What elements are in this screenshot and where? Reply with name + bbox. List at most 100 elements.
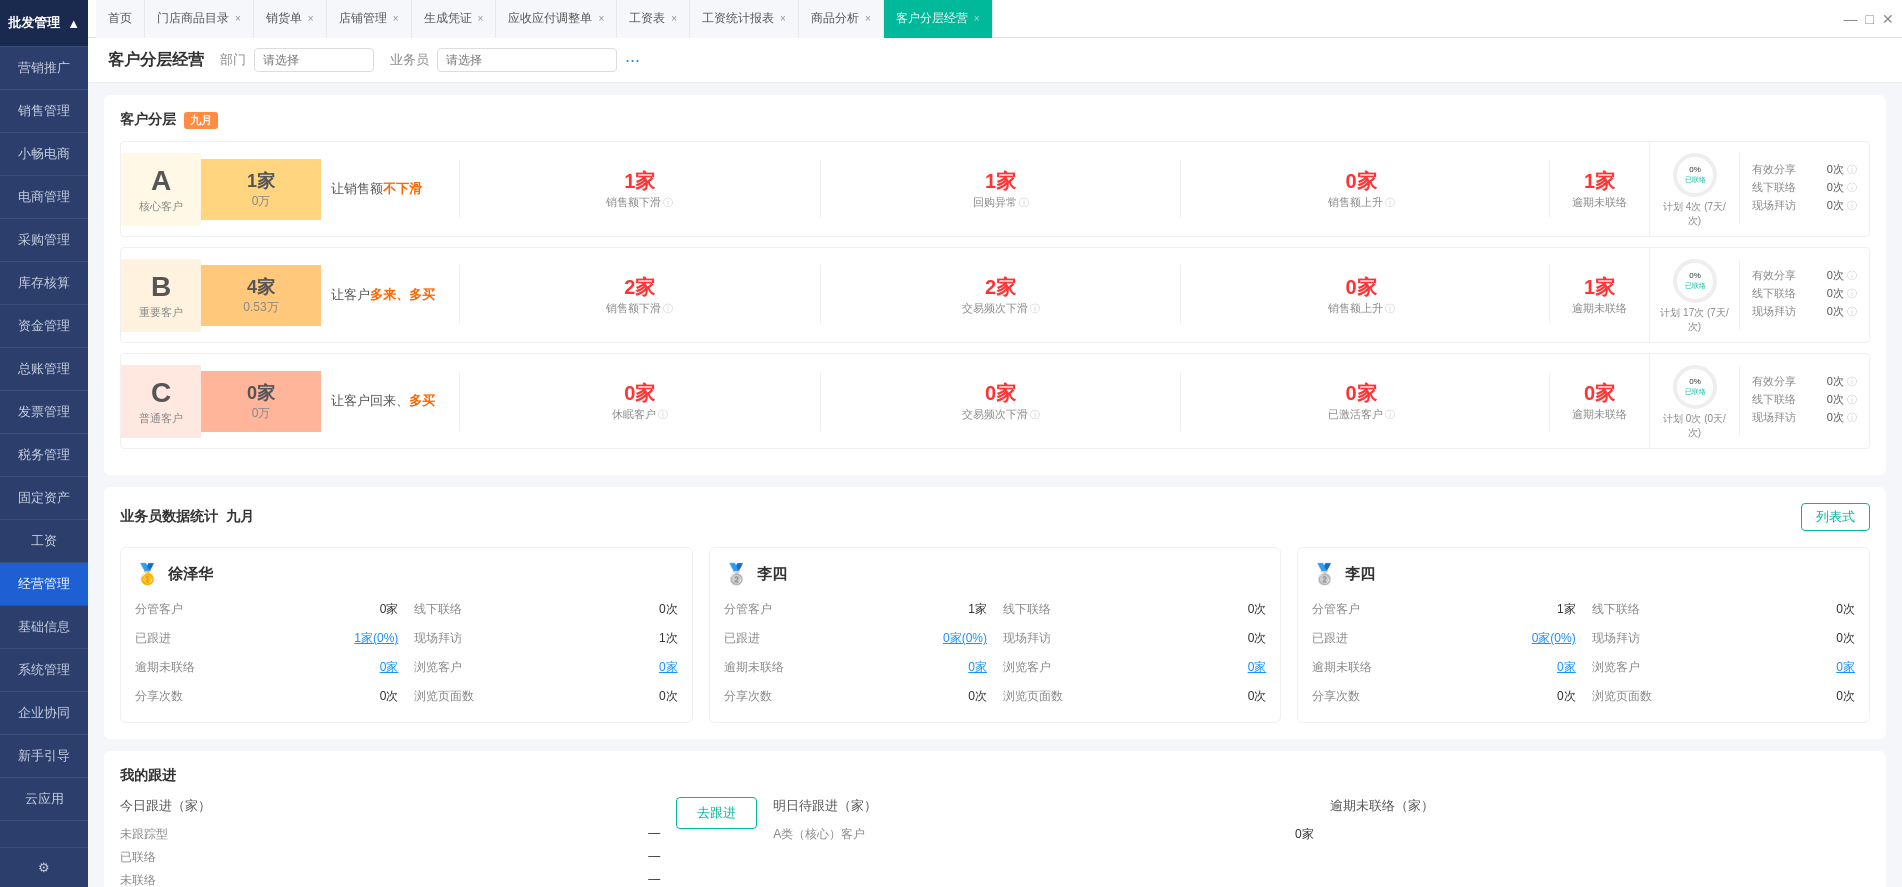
tier-stat-item: 1家回购异常 ⓘ bbox=[820, 160, 1181, 218]
agent-stat-val[interactable]: 0家 bbox=[1557, 659, 1576, 676]
sidebar-item-zijin[interactable]: 资金管理 bbox=[0, 305, 88, 348]
agent-stat-label: 线下联络 bbox=[1592, 601, 1640, 618]
tier-label-a: A核心客户 bbox=[121, 153, 201, 226]
svg-point-0 bbox=[1675, 155, 1715, 195]
tier-row-b: B重要客户4家0.53万让客户多来、多买2家销售额下滑 ⓘ2家交易频次下滑 ⓘ0… bbox=[120, 247, 1870, 343]
dept-select[interactable] bbox=[254, 48, 374, 72]
sidebar-item-gongzi[interactable]: 工资 bbox=[0, 520, 88, 563]
followup-section: 我的跟进 今日跟进（家） 未跟踪型—已联络—未联络— 去跟进 明日待跟进（家） … bbox=[104, 751, 1886, 887]
info-icon[interactable]: ⓘ bbox=[1847, 182, 1857, 193]
sidebar-collapse-icon[interactable]: ▲ bbox=[67, 16, 80, 31]
sidebar-item-yingxiao[interactable]: 营销推广 bbox=[0, 47, 88, 90]
sidebar-item-caigou[interactable]: 采购管理 bbox=[0, 219, 88, 262]
sidebar-item-gudingzichan[interactable]: 固定资产 bbox=[0, 477, 88, 520]
sidebar-item-xinshou[interactable]: 新手引导 bbox=[0, 735, 88, 778]
sidebar-item-fapiao[interactable]: 发票管理 bbox=[0, 391, 88, 434]
tab-dianguanli[interactable]: 店铺管理× bbox=[327, 0, 412, 38]
contact-num: 1家 bbox=[1558, 168, 1641, 195]
info-icon[interactable]: ⓘ bbox=[1847, 164, 1857, 175]
info-icon[interactable]: ⓘ bbox=[1385, 302, 1395, 316]
agent-stat-row: 浏览客户0家 bbox=[1592, 656, 1855, 679]
agent-stat-row: 分享次数0次 bbox=[1312, 685, 1575, 708]
info-icon[interactable]: ⓘ bbox=[1847, 412, 1857, 423]
salesman-select[interactable] bbox=[437, 48, 617, 72]
agent-stat-val[interactable]: 0家 bbox=[968, 659, 987, 676]
info-icon[interactable]: ⓘ bbox=[1847, 270, 1857, 281]
sidebar-item-jingying[interactable]: 经营管理 bbox=[0, 563, 88, 606]
agent-stat-row: 现场拜访0次 bbox=[1592, 627, 1855, 650]
tab-close-xiaohuodan[interactable]: × bbox=[308, 13, 314, 24]
tab-gongzibiao[interactable]: 工资表× bbox=[617, 0, 690, 38]
agent-stat-val[interactable]: 1家(0%) bbox=[354, 630, 398, 647]
agent-stat-label: 分管客户 bbox=[1312, 601, 1360, 618]
customer-month-badge: 九月 bbox=[184, 112, 218, 129]
tier-amount-val: 0万 bbox=[252, 405, 271, 422]
dept-label: 部门 bbox=[220, 51, 246, 69]
right-stat-row: 线下联络0次 ⓘ bbox=[1752, 392, 1857, 407]
tab-close-dianguanli[interactable]: × bbox=[393, 13, 399, 24]
tab-close-gongzibiao[interactable]: × bbox=[671, 13, 677, 24]
agent-stat-val: 0次 bbox=[1248, 630, 1267, 647]
tab-home[interactable]: 首页 bbox=[96, 0, 145, 38]
goto-followup-button[interactable]: 去跟进 bbox=[676, 797, 757, 829]
sidebar-item-yun[interactable]: 云应用 bbox=[0, 778, 88, 821]
info-icon[interactable]: ⓘ bbox=[658, 408, 668, 422]
gear-icon[interactable]: ⚙ bbox=[0, 847, 88, 887]
tab-xiaohuodan[interactable]: 销货单× bbox=[254, 0, 327, 38]
info-icon[interactable]: ⓘ bbox=[1030, 302, 1040, 316]
tab-shengcheng[interactable]: 生成凭证× bbox=[412, 0, 497, 38]
window-close-icon[interactable]: ✕ bbox=[1882, 11, 1894, 27]
info-icon[interactable]: ⓘ bbox=[1019, 196, 1029, 210]
overdue-followup-col: 逾期未联络（家） bbox=[1330, 797, 1870, 823]
window-minimize-icon[interactable]: — bbox=[1844, 11, 1858, 27]
tab-mendian[interactable]: 门店商品目录× bbox=[145, 0, 254, 38]
info-icon[interactable]: ⓘ bbox=[1030, 408, 1040, 422]
window-maximize-icon[interactable]: □ bbox=[1866, 11, 1874, 27]
tab-gongzitongji[interactable]: 工资统计报表× bbox=[690, 0, 799, 38]
tier-right-stats-c: 有效分享0次 ⓘ线下联络0次 ⓘ现场拜访0次 ⓘ bbox=[1739, 366, 1869, 436]
contact-label: 逾期未联络 bbox=[1558, 301, 1641, 316]
sidebar-item-shuiwu[interactable]: 税务管理 bbox=[0, 434, 88, 477]
sidebar-item-kucun[interactable]: 库存核算 bbox=[0, 262, 88, 305]
info-icon[interactable]: ⓘ bbox=[663, 302, 673, 316]
agent-stat-val[interactable]: 0家 bbox=[659, 659, 678, 676]
info-icon[interactable]: ⓘ bbox=[1847, 200, 1857, 211]
agent-stat-val[interactable]: 0家 bbox=[1248, 659, 1267, 676]
tab-label-kehufenceng: 客户分层经营 bbox=[896, 10, 968, 27]
agent-stat-label: 逾期未联络 bbox=[1312, 659, 1372, 676]
tab-close-mendian[interactable]: × bbox=[235, 13, 241, 24]
info-icon[interactable]: ⓘ bbox=[1847, 394, 1857, 405]
info-icon[interactable]: ⓘ bbox=[663, 196, 673, 210]
tab-yingshoufukuan[interactable]: 应收应付调整单× bbox=[496, 0, 617, 38]
agent-stat-val[interactable]: 0家 bbox=[1836, 659, 1855, 676]
list-view-button[interactable]: 列表式 bbox=[1801, 503, 1870, 531]
sidebar-item-jichu[interactable]: 基础信息 bbox=[0, 606, 88, 649]
tab-close-yingshoufukuan[interactable]: × bbox=[598, 13, 604, 24]
agent-stat-val[interactable]: 0家 bbox=[380, 659, 399, 676]
agent-stat-val: 0次 bbox=[1836, 601, 1855, 618]
info-icon[interactable]: ⓘ bbox=[1385, 408, 1395, 422]
sidebar-item-xiaoshou[interactable]: 销售管理 bbox=[0, 90, 88, 133]
more-filter-icon[interactable]: ··· bbox=[625, 51, 640, 69]
tab-close-shengcheng[interactable]: × bbox=[478, 13, 484, 24]
tab-close-kehufenceng[interactable]: × bbox=[974, 13, 980, 24]
tab-close-gongzitongji[interactable]: × bbox=[780, 13, 786, 24]
salesman-label: 业务员 bbox=[390, 51, 429, 69]
agent-stat-row: 线下联络0次 bbox=[414, 598, 677, 621]
info-icon[interactable]: ⓘ bbox=[1385, 196, 1395, 210]
agent-stat-val[interactable]: 0家(0%) bbox=[943, 630, 987, 647]
sidebar-item-xiaodian[interactable]: 小畅电商 bbox=[0, 133, 88, 176]
info-icon[interactable]: ⓘ bbox=[1847, 376, 1857, 387]
info-icon[interactable]: ⓘ bbox=[1847, 288, 1857, 299]
tab-shangpinfenxi[interactable]: 商品分析× bbox=[799, 0, 884, 38]
agent-stat-val[interactable]: 0家(0%) bbox=[1532, 630, 1576, 647]
sidebar-item-dianshang[interactable]: 电商管理 bbox=[0, 176, 88, 219]
tab-kehufenceng[interactable]: 客户分层经营 × bbox=[884, 0, 993, 38]
today-followup-row: 已联络— bbox=[120, 846, 660, 869]
tab-close-shangpinfenxi[interactable]: × bbox=[865, 13, 871, 24]
sidebar-item-xitong[interactable]: 系统管理 bbox=[0, 649, 88, 692]
sidebar-item-qiye[interactable]: 企业协同 bbox=[0, 692, 88, 735]
info-icon[interactable]: ⓘ bbox=[1847, 306, 1857, 317]
agent-header: 🥈李四 bbox=[724, 562, 1267, 586]
sidebar-item-zhangmu[interactable]: 总账管理 bbox=[0, 348, 88, 391]
